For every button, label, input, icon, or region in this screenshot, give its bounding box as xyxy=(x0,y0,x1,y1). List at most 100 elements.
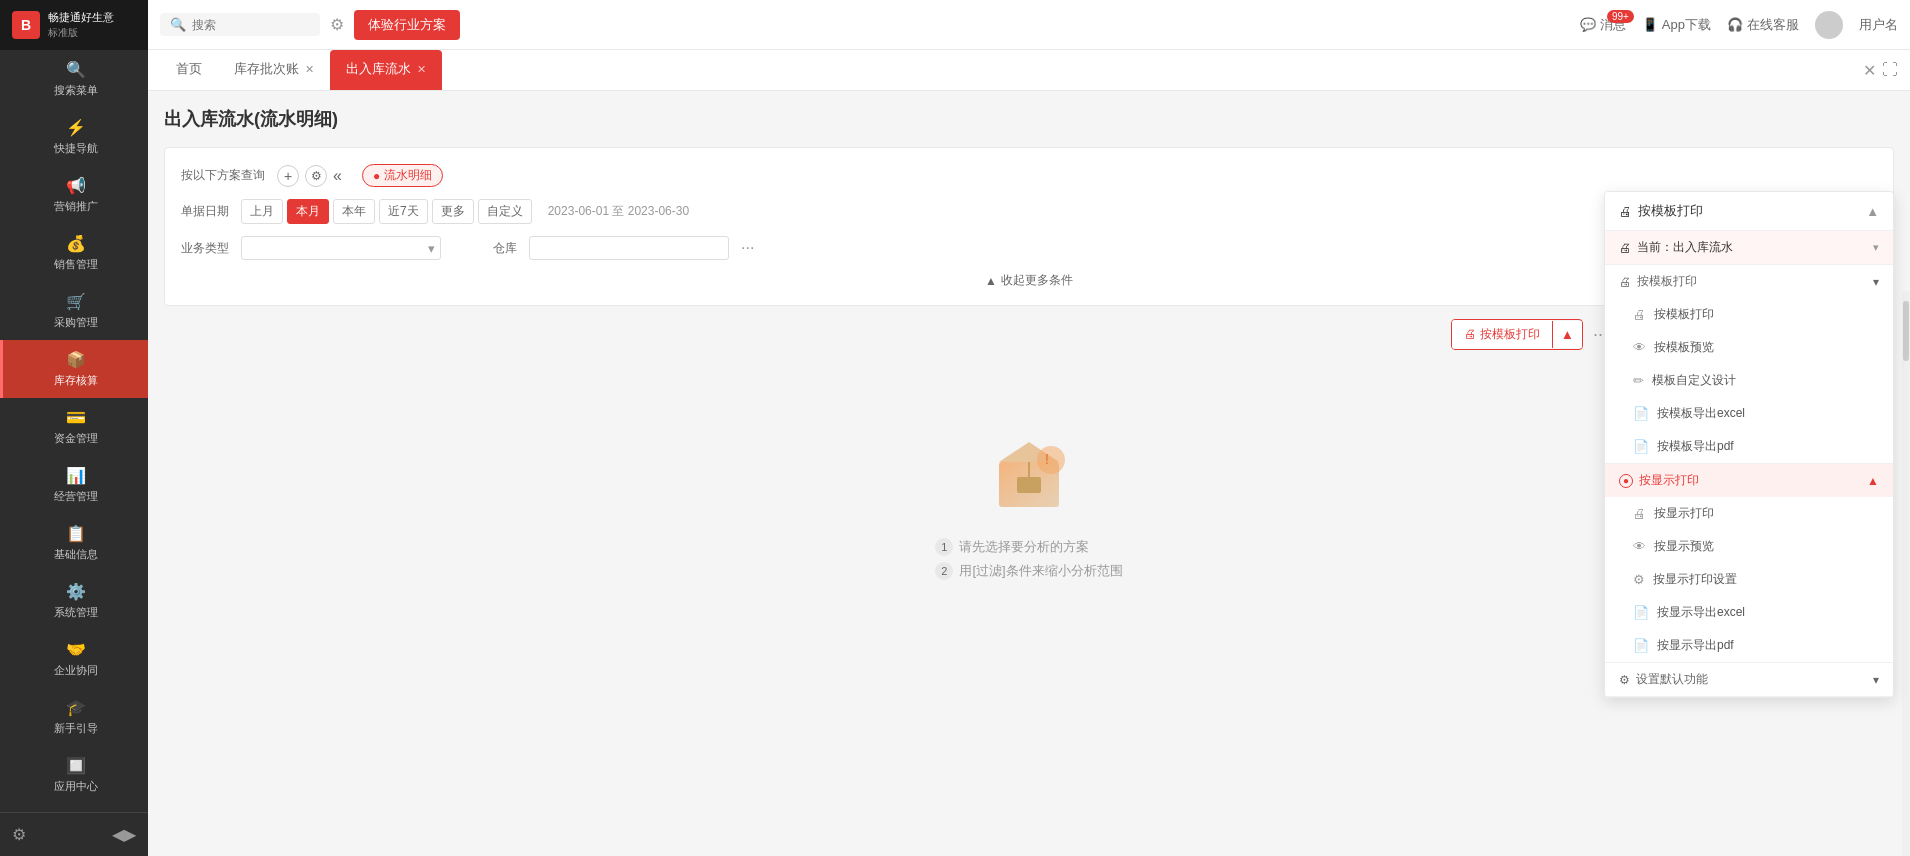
tab-close-inventory-batch[interactable]: ✕ xyxy=(305,63,314,76)
message-button[interactable]: 💬 消息 99+ xyxy=(1580,16,1626,34)
dropdown-item-display-print-settings[interactable]: ⚙ 按显示打印设置 xyxy=(1605,563,1893,596)
tab-maximize-button[interactable]: ⛶ xyxy=(1882,61,1898,80)
logo-icon: B xyxy=(12,11,40,39)
dropdown-item-template-preview[interactable]: 👁 按模板预览 xyxy=(1605,331,1893,364)
dropdown-current-section: 🖨 当前：出入库流水 ▾ xyxy=(1605,231,1893,265)
dropdown-current-header[interactable]: 🖨 当前：出入库流水 ▾ xyxy=(1605,231,1893,264)
warehouse-more-button[interactable]: ··· xyxy=(741,239,754,257)
date-btn-more[interactable]: 更多 xyxy=(432,199,474,224)
main-area: 🔍 ⚙ 体验行业方案 💬 消息 99+ 📱 App下载 🎧 在线客服 用户名 xyxy=(148,0,1910,856)
sidebar-icon-system: ⚙️ xyxy=(66,582,86,601)
dropdown-item-icon-template-custom: ✏ xyxy=(1633,373,1644,388)
dropdown-section-display-print: ● 按显示打印 ▲ 🖨 按显示打印 👁 按显示预览 ⚙ 按显示打印设置 📄 按显… xyxy=(1605,464,1893,663)
collapse-button[interactable]: ▲ 收起更多条件 xyxy=(985,272,1073,289)
dropdown-section-header-template-print[interactable]: 🖨 按模板打印 ▾ xyxy=(1605,265,1893,298)
tab-label-home: 首页 xyxy=(176,60,202,78)
tab-close-all-button[interactable]: ✕ xyxy=(1863,61,1876,80)
sidebar-label-search: 搜索菜单 xyxy=(54,83,98,98)
tab-bar: 首页库存批次账✕出入库流水✕ ✕ ⛶ xyxy=(148,50,1910,91)
online-service-button[interactable]: 🎧 在线客服 xyxy=(1727,16,1799,34)
sidebar-item-finance[interactable]: 💳 资金管理 xyxy=(0,398,148,456)
dropdown-item-display-preview[interactable]: 👁 按显示预览 xyxy=(1605,530,1893,563)
sidebar-item-search[interactable]: 🔍 搜索菜单 xyxy=(0,50,148,108)
empty-hint-1: 1 请先选择要分析的方案 xyxy=(935,538,1122,556)
sidebar-icon-marketing: 📢 xyxy=(66,176,86,195)
print-dropdown-button[interactable]: ▲ xyxy=(1552,321,1582,348)
svg-text:!: ! xyxy=(1045,451,1049,467)
sidebar-item-sales[interactable]: 💰 销售管理 xyxy=(0,224,148,282)
tab-home[interactable]: 首页 xyxy=(160,50,218,90)
dropdown-section-default-settings[interactable]: ⚙ 设置默认功能 ▾ xyxy=(1605,663,1893,696)
date-btn-this_month[interactable]: 本月 xyxy=(287,199,329,224)
sidebar-item-wechat[interactable]: 💬 企业微信 xyxy=(0,804,148,812)
date-btn-7days[interactable]: 近7天 xyxy=(379,199,428,224)
dropdown-section-header-display-print[interactable]: ● 按显示打印 ▲ xyxy=(1605,464,1893,497)
search-box[interactable]: 🔍 xyxy=(160,13,320,36)
print-icon: 🖨 xyxy=(1464,327,1476,341)
sidebar-item-system[interactable]: ⚙️ 系统管理 xyxy=(0,572,148,630)
sidebar-item-basic[interactable]: 📋 基础信息 xyxy=(0,514,148,572)
sidebar-label-apps: 应用中心 xyxy=(54,779,98,794)
tab-inventory-batch[interactable]: 库存批次账 ✕ xyxy=(218,50,330,90)
collapse-label: 收起更多条件 xyxy=(1001,272,1073,289)
business-type-select[interactable] xyxy=(241,236,441,260)
sidebar-item-purchase[interactable]: 🛒 采购管理 xyxy=(0,282,148,340)
date-btn-custom[interactable]: 自定义 xyxy=(478,199,532,224)
sidebar-settings-icon[interactable]: ⚙ xyxy=(12,825,26,844)
print-button-group: 🖨 按模板打印 ▲ xyxy=(1451,319,1583,350)
print-main-button[interactable]: 🖨 按模板打印 xyxy=(1452,320,1552,349)
sidebar-item-apps[interactable]: 🔲 应用中心 xyxy=(0,746,148,804)
sidebar-item-operations[interactable]: 📊 经营管理 xyxy=(0,456,148,514)
tab-label-inventory-batch: 库存批次账 xyxy=(234,60,299,78)
dropdown-item-template-custom[interactable]: ✏ 模板自定义设计 xyxy=(1605,364,1893,397)
tab-close-inventory-flow[interactable]: ✕ xyxy=(417,63,426,76)
date-btn-prev_month[interactable]: 上月 xyxy=(241,199,283,224)
message-icon: 💬 xyxy=(1580,17,1596,32)
sidebar-label-basic: 基础信息 xyxy=(54,547,98,562)
topbar-gear-icon[interactable]: ⚙ xyxy=(330,15,344,34)
sidebar-label-finance: 资金管理 xyxy=(54,431,98,446)
sidebar-item-marketing[interactable]: 📢 营销推广 xyxy=(0,166,148,224)
dropdown-item-label-display-export-pdf: 按显示导出pdf xyxy=(1657,637,1734,654)
dropdown-item-label-template-preview: 按模板预览 xyxy=(1654,339,1714,356)
dropdown-item-display-print-item[interactable]: 🖨 按显示打印 xyxy=(1605,497,1893,530)
sidebar-item-inventory[interactable]: 📦 库存核算 xyxy=(0,340,148,398)
tab-inventory-flow[interactable]: 出入库流水✕ xyxy=(330,50,442,90)
company-name: 畅捷通好生意 xyxy=(48,10,114,25)
dropdown-item-template-export-pdf[interactable]: 📄 按模板导出pdf xyxy=(1605,430,1893,463)
sidebar-item-collab[interactable]: 🤝 企业协同 xyxy=(0,630,148,688)
dropdown-chevron-up[interactable]: ▲ xyxy=(1866,204,1879,219)
filter-tag-icon: ● xyxy=(373,169,380,183)
user-name: 用户名 xyxy=(1859,16,1898,34)
filter-action-buttons: + ⚙ « xyxy=(277,165,342,187)
business-type-select-wrapper xyxy=(241,236,441,260)
dropdown-item-template-export-excel[interactable]: 📄 按模板导出excel xyxy=(1605,397,1893,430)
filter-add-button[interactable]: + xyxy=(277,165,299,187)
sidebar-item-guide[interactable]: 🎓 新手引导 xyxy=(0,688,148,746)
page-content: 出入库流水(流水明细) 按以下方案查询 + ⚙ « ● 流水明细 单据日期 上月… xyxy=(148,91,1910,856)
industry-button[interactable]: 体验行业方案 xyxy=(354,10,460,40)
dropdown-item-display-export-pdf[interactable]: 📄 按显示导出pdf xyxy=(1605,629,1893,662)
section-chevron-display-print: ▲ xyxy=(1867,474,1879,488)
sidebar-label-marketing: 营销推广 xyxy=(54,199,98,214)
dropdown-item-display-export-excel[interactable]: 📄 按显示导出excel xyxy=(1605,596,1893,629)
filter-tag[interactable]: ● 流水明细 xyxy=(362,164,443,187)
dropdown-item-icon-template-preview: 👁 xyxy=(1633,340,1646,355)
sidebar-icon-guide: 🎓 xyxy=(66,698,86,717)
empty-hint-2: 2 用[过滤]条件来缩小分析范围 xyxy=(935,562,1122,580)
app-download-button[interactable]: 📱 App下载 xyxy=(1642,16,1711,34)
dropdown-print-icon: 🖨 xyxy=(1619,204,1632,219)
dropdown-item-template-print-item[interactable]: 🖨 按模板打印 xyxy=(1605,298,1893,331)
section-label-display-print: 按显示打印 xyxy=(1639,472,1699,489)
warehouse-input[interactable] xyxy=(529,236,729,260)
online-service-label: 在线客服 xyxy=(1747,16,1799,34)
sidebar-item-shortcut[interactable]: ⚡ 快捷导航 xyxy=(0,108,148,166)
date-btn-this_year[interactable]: 本年 xyxy=(333,199,375,224)
filter-collapse-button[interactable]: « xyxy=(333,167,342,185)
filter-gear-button[interactable]: ⚙ xyxy=(305,165,327,187)
dropdown-item-label-template-export-pdf: 按模板导出pdf xyxy=(1657,438,1734,455)
sidebar-collapse-icon[interactable]: ◀▶ xyxy=(112,825,136,844)
user-avatar[interactable] xyxy=(1815,11,1843,39)
section-chevron-template-print: ▾ xyxy=(1873,275,1879,289)
search-input[interactable] xyxy=(192,18,312,32)
